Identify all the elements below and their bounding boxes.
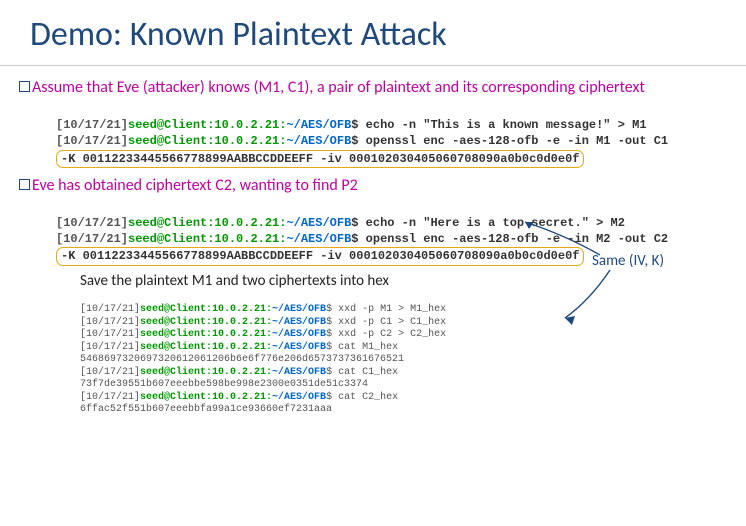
bullet-1: Assume that Eve (attacker) knows (M1, C1… bbox=[32, 78, 706, 97]
host: :10.0.2.21: bbox=[207, 232, 286, 246]
user: seed@Client bbox=[128, 134, 207, 148]
title-divider bbox=[0, 65, 746, 66]
hex-l1: [10/17/21]seed@Client:10.0.2.21:~/AES/OF… bbox=[80, 304, 446, 315]
user: seed@Client bbox=[128, 118, 207, 132]
ts: [10/17/21] bbox=[56, 216, 128, 230]
hex-l2: [10/17/21]seed@Client:10.0.2.21:~/AES/OF… bbox=[80, 317, 446, 328]
bullet-2-text: Eve has obtained ciphertext C2, wanting … bbox=[32, 176, 358, 195]
path: ~/AES/OFB bbox=[286, 232, 351, 246]
hex-l9: 6ffac52f551b607eeebbfa99a1ce93660ef7231a… bbox=[80, 404, 332, 415]
cmd: $ echo -n "Here is a top secret." > M2 bbox=[351, 216, 625, 230]
host: :10.0.2.21: bbox=[207, 216, 286, 230]
key-iv-2: -K 00112233445566778899AABBCCDDEEFF -iv … bbox=[61, 249, 579, 263]
cmd: $ openssl enc -aes-128-ofb -e -in M2 -ou… bbox=[351, 232, 668, 246]
ts: [10/17/21] bbox=[56, 118, 128, 132]
terminal-block-1: [10/17/21]seed@Client:10.0.2.21:~/AES/OF… bbox=[56, 101, 706, 168]
boxed-key-iv-1: -K 00112233445566778899AABBCCDDEEFF -iv … bbox=[56, 150, 584, 168]
host: :10.0.2.21: bbox=[207, 134, 286, 148]
hex-l8: [10/17/21]seed@Client:10.0.2.21:~/AES/OF… bbox=[80, 392, 398, 403]
hex-l5: 5468697320697320612061206b6e6f776e206d65… bbox=[80, 354, 404, 365]
hex-l7: 73f7de39551b607eeebbe598be998e2300e0351d… bbox=[80, 379, 368, 390]
hex-l4: [10/17/21]seed@Client:10.0.2.21:~/AES/OF… bbox=[80, 342, 398, 353]
user: seed@Client bbox=[128, 216, 207, 230]
cmd: $ echo -n "This is a known message!" > M… bbox=[351, 118, 646, 132]
hex-output-block: [10/17/21]seed@Client:10.0.2.21:~/AES/OF… bbox=[80, 292, 706, 417]
ts: [10/17/21] bbox=[56, 232, 128, 246]
bullet-square-icon bbox=[19, 179, 30, 190]
annotation-same-iv-k: Same (IV, K) bbox=[592, 252, 664, 270]
key-iv-1: -K 00112233445566778899AABBCCDDEEFF -iv … bbox=[61, 152, 579, 166]
cmd: $ openssl enc -aes-128-ofb -e -in M1 -ou… bbox=[351, 134, 668, 148]
ts: [10/17/21] bbox=[56, 134, 128, 148]
path: ~/AES/OFB bbox=[286, 134, 351, 148]
hex-l3: [10/17/21]seed@Client:10.0.2.21:~/AES/OF… bbox=[80, 329, 446, 340]
bullet-square-icon bbox=[19, 81, 30, 92]
page-title: Demo: Known Plaintext Attack bbox=[0, 0, 746, 61]
subheading-save-hex: Save the plaintext M1 and two ciphertext… bbox=[80, 272, 706, 290]
bullet-2: Eve has obtained ciphertext C2, wanting … bbox=[32, 176, 706, 195]
host: :10.0.2.21: bbox=[207, 118, 286, 132]
path: ~/AES/OFB bbox=[286, 216, 351, 230]
hex-l6: [10/17/21]seed@Client:10.0.2.21:~/AES/OF… bbox=[80, 367, 398, 378]
boxed-key-iv-2: -K 00112233445566778899AABBCCDDEEFF -iv … bbox=[56, 247, 584, 265]
user: seed@Client bbox=[128, 232, 207, 246]
path: ~/AES/OFB bbox=[286, 118, 351, 132]
bullet-1-text: Assume that Eve (attacker) knows (M1, C1… bbox=[32, 78, 645, 97]
